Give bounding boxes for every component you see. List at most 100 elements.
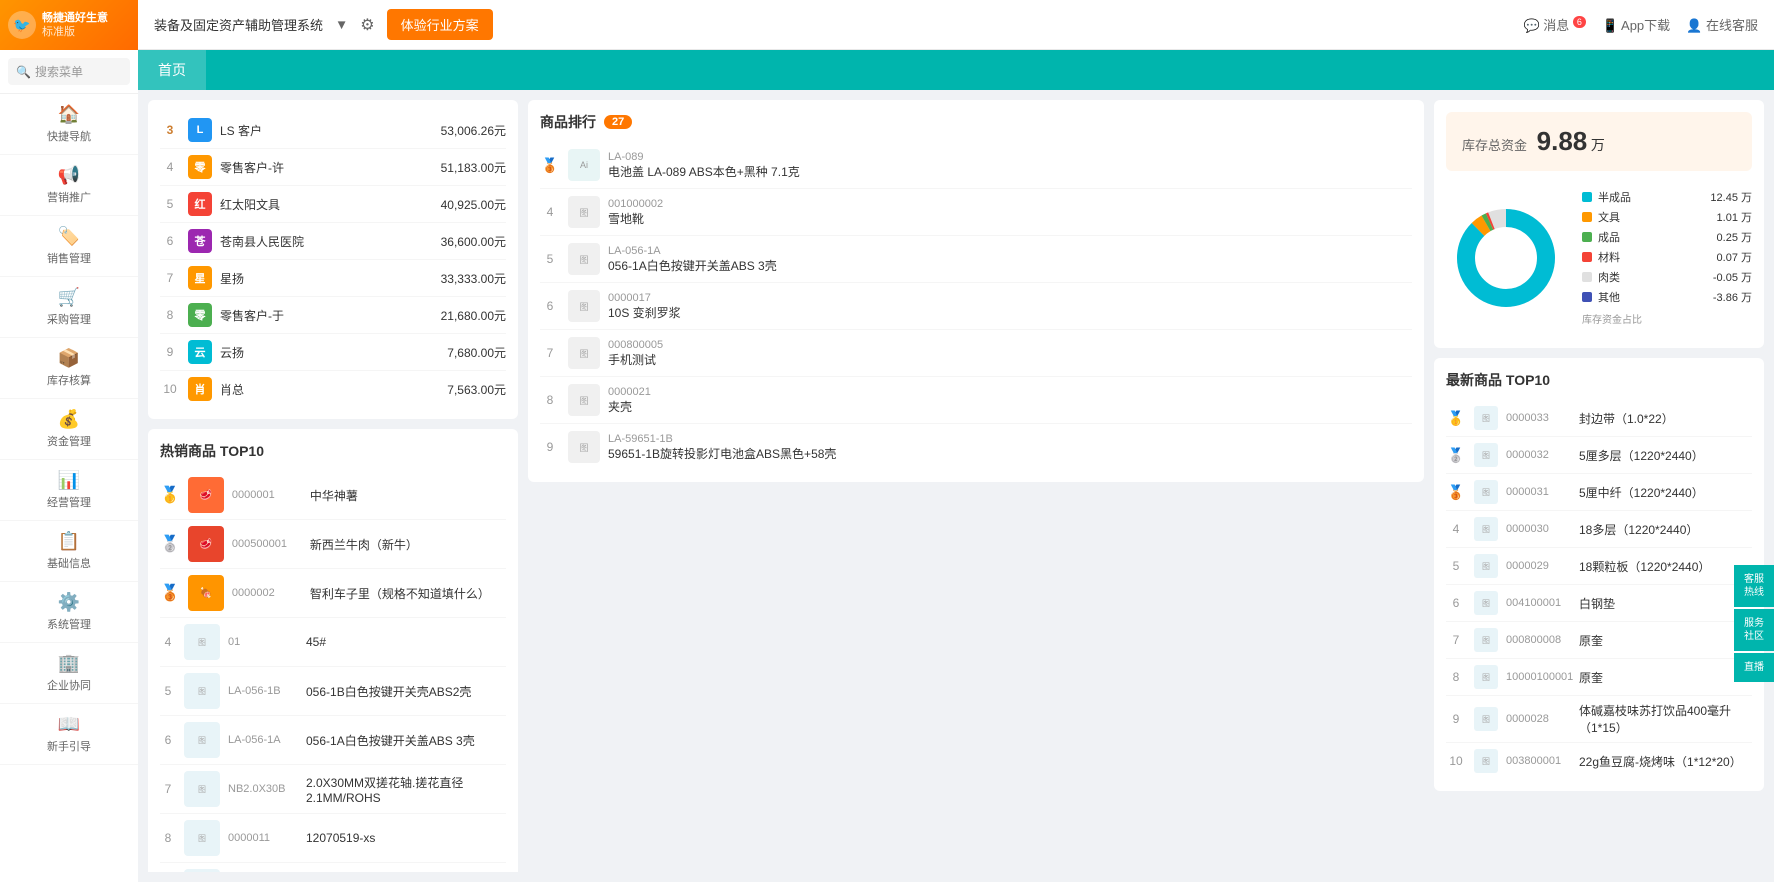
product-img: Ai (568, 149, 600, 181)
inventory-unit: 万 (1591, 137, 1605, 153)
inventory-chart-container: 半成品 12.45 万 文具 1.01 万 成品 0.25 万 (1446, 179, 1752, 336)
rank-num-4: 4 (160, 635, 176, 649)
rank-number: 5 (160, 197, 180, 211)
product-image: 🥩 (188, 526, 224, 562)
customer-service-button[interactable]: 客服热线 (1734, 565, 1774, 607)
rank-item-10: 10 肖 肖总 7,563.00元 (160, 371, 506, 407)
hot-prod-1: 🥇 🥩 0000001 中华神薯 (160, 471, 506, 520)
product-name: 夹壳 (608, 398, 1412, 415)
rank-amount: 53,006.26元 (441, 122, 506, 139)
home-tab[interactable]: 首页 (138, 50, 206, 90)
legend-label: 肉类 (1598, 269, 1707, 285)
sidebar-item-inventory[interactable]: 📦 库存核算 (0, 338, 138, 399)
rank-num: 10 (1446, 754, 1466, 768)
system-dropdown-button[interactable]: ▼ (335, 17, 348, 32)
product-code: LA-056-1A (228, 734, 298, 746)
rank-num-5: 5 (160, 684, 176, 698)
rank-amount: 7,680.00元 (447, 344, 506, 361)
rank-avatar: 肖 (188, 377, 212, 401)
product-code: LA-089 (608, 151, 1412, 163)
rank-num: 5 (540, 252, 560, 266)
product-info: 0000017 10S 变刹罗浆 (608, 292, 1412, 321)
legend-label: 其他 (1598, 289, 1707, 305)
product-name: 056-1B白色按键开关壳ABS2壳 (306, 683, 506, 700)
newest-products-list: 🥇 图 0000033 封边带（1.0*22） 🥈 图 0000032 5厘多层… (1446, 400, 1752, 779)
product-name: 雪地靴 (608, 210, 1412, 227)
app-download-button[interactable]: 📱 App下载 (1602, 15, 1670, 34)
service-community-button[interactable]: 服务社区 (1734, 609, 1774, 651)
sidebar-item-system[interactable]: ⚙️ 系统管理 (0, 582, 138, 643)
sidebar-item-finance[interactable]: 💰 资金管理 (0, 399, 138, 460)
legend-label: 文具 (1598, 209, 1711, 225)
prod-rank-9: 9 图 LA-59651-1B 59651-1B旋转投影灯电池盒ABS黑色+58… (540, 424, 1412, 470)
hot-prod-6: 6 图 LA-056-1A 056-1A白色按键开关盖ABS 3壳 (160, 716, 506, 765)
product-code: 10000100001 (1506, 671, 1571, 683)
rank-num: 5 (1446, 559, 1466, 573)
sidebar-item-sales[interactable]: 🏷️ 销售管理 (0, 216, 138, 277)
rank-number: 7 (160, 271, 180, 285)
product-img: 图 (1474, 749, 1498, 773)
legend-dot (1582, 252, 1592, 262)
medal-2: 🥈 (1446, 447, 1466, 464)
product-code: 0000017 (608, 292, 1412, 304)
rank-num: 8 (1446, 670, 1466, 684)
product-code: NB2.0X30B (228, 783, 298, 795)
legend-meat: 肉类 -0.05 万 (1582, 269, 1752, 285)
new-prod-1: 🥇 图 0000033 封边带（1.0*22） (1446, 400, 1752, 437)
hot-prod-7: 7 图 NB2.0X30B 2.0X30MM双搓花轴.搓花直径2.1MM/ROH… (160, 765, 506, 814)
rank-num: 8 (540, 393, 560, 407)
sidebar-item-basic[interactable]: 📋 基础信息 (0, 521, 138, 582)
system-icon: ⚙️ (58, 592, 80, 613)
settings-button[interactable]: ⚙ (360, 15, 374, 35)
rank-item-7: 7 星 星扬 33,333.00元 (160, 260, 506, 297)
prod-rank-4: 4 图 001000002 雪地靴 (540, 189, 1412, 236)
trial-button[interactable]: 体验行业方案 (387, 9, 493, 40)
basic-icon: 📋 (58, 531, 80, 552)
online-service-button[interactable]: 👤 在线客服 (1686, 15, 1758, 34)
product-info: LA-089 电池盖 LA-089 ABS本色+黑种 7.1克 (608, 151, 1412, 180)
search-menu-button[interactable]: 🔍 搜索菜单 (8, 58, 130, 85)
legend-label: 材料 (1598, 249, 1711, 265)
sidebar-item-guide[interactable]: 📖 新手引导 (0, 704, 138, 765)
rank-amount: 36,600.00元 (441, 233, 506, 250)
notification-button[interactable]: 💬 消息 6 (1523, 15, 1585, 34)
sidebar-item-enterprise[interactable]: 🏢 企业协同 (0, 643, 138, 704)
hot-prod-9: 9 图 KK-SD22110H 花语萌恒温分腿睡袋（厚款） (160, 863, 506, 872)
product-img: 图 (1474, 517, 1498, 541)
product-code: 0000031 (1506, 486, 1571, 498)
logo-text: 畅捷通好生意 标准版 (42, 11, 108, 40)
sidebar-item-operation[interactable]: 📊 经营管理 (0, 460, 138, 521)
product-name: 22g鱼豆腐-烧烤味（1*12*20） (1579, 753, 1752, 770)
live-stream-button[interactable]: 直播 (1734, 653, 1774, 682)
product-code: 0000001 (232, 489, 302, 501)
legend-other: 其他 -3.86 万 (1582, 289, 1752, 305)
hot-products-list: 🥇 🥩 0000001 中华神薯 🥈 🥩 000500001 新西兰 (160, 471, 506, 872)
rank-item-3: 3 L LS 客户 53,006.26元 (160, 112, 506, 149)
legend-dot (1582, 232, 1592, 242)
product-code: LA-056-1A (608, 245, 1412, 257)
sidebar-logo: 🐦 畅捷通好生意 标准版 (0, 0, 138, 50)
legend-value: 0.07 万 (1717, 249, 1752, 265)
product-code: 0000033 (1506, 412, 1571, 424)
prod-rank-7: 7 图 000800005 手机测试 (540, 330, 1412, 377)
rank-number: 9 (160, 345, 180, 359)
product-image: 图 (184, 771, 220, 807)
new-prod-9: 9 图 0000028 体碱嘉枝味苏打饮品400毫升（1*15） (1446, 696, 1752, 743)
product-ranking-card: 商品排行 27 🥉 Ai LA-089 电池盖 LA-089 ABS本色+黑种 … (528, 100, 1424, 482)
product-name: 5厘中纤（1220*2440） (1579, 484, 1752, 501)
sidebar-item-marketing[interactable]: 📢 营销推广 (0, 155, 138, 216)
rank-item-4: 4 零 零售客户-许 51,183.00元 (160, 149, 506, 186)
system-title: 装备及固定资产辅助管理系统 (154, 15, 323, 34)
product-name: 056-1A白色按键开关盖ABS 3壳 (306, 732, 506, 749)
product-name: 056-1A白色按键开关盖ABS 3壳 (608, 257, 1412, 274)
hot-prod-8: 8 图 0000011 12070519-xs (160, 814, 506, 863)
sidebar-item-quick-nav[interactable]: 🏠 快捷导航 (0, 94, 138, 155)
rank-num-7: 7 (160, 782, 176, 796)
legend-label: 半成品 (1598, 189, 1704, 205)
new-prod-2: 🥈 图 0000032 5厘多层（1220*2440） (1446, 437, 1752, 474)
product-img: 图 (568, 196, 600, 228)
product-code: 0000030 (1506, 523, 1571, 535)
sidebar-item-purchase[interactable]: 🛒 采购管理 (0, 277, 138, 338)
product-name: 新西兰牛肉（新牛） (310, 536, 506, 553)
rank-amount: 7,563.00元 (447, 381, 506, 398)
